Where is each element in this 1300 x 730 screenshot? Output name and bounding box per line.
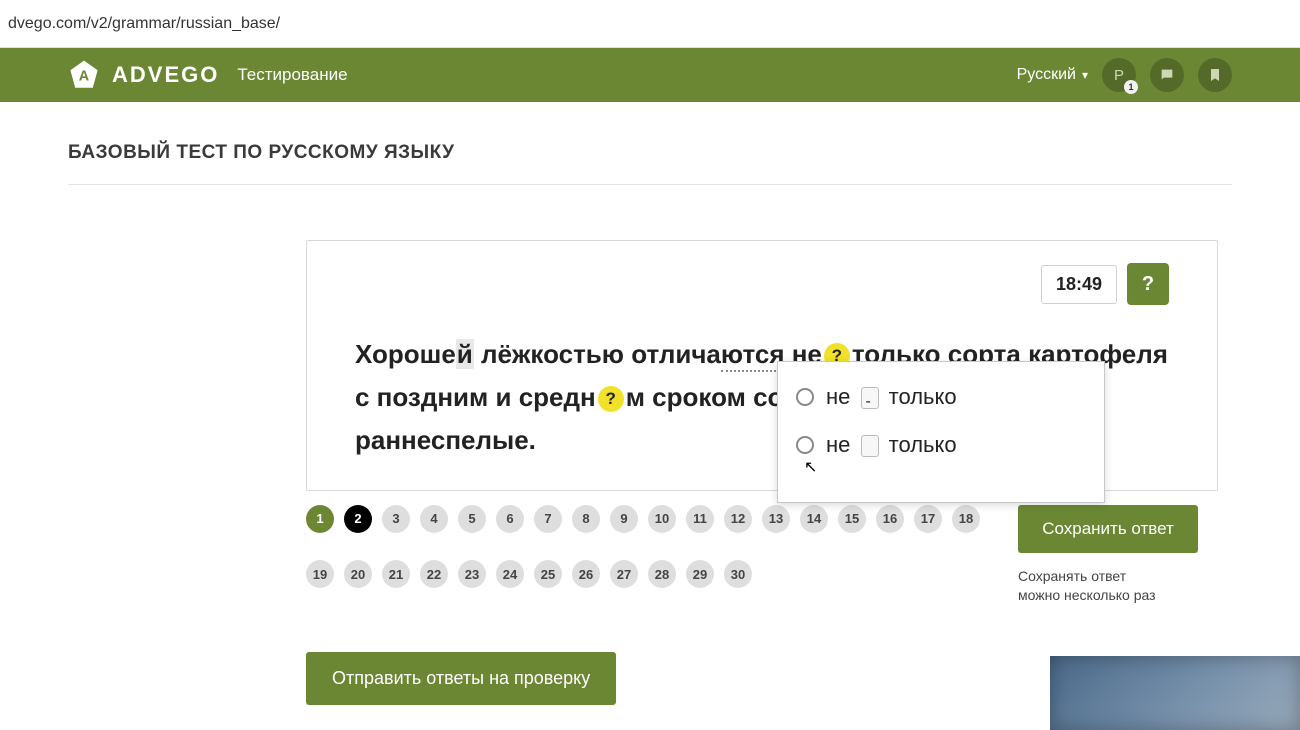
answer-option-2[interactable]: не только bbox=[796, 432, 1086, 458]
question-pager: 1234567891011121314151617181920212223242… bbox=[306, 505, 986, 606]
opt-text: не bbox=[826, 432, 850, 457]
site-header: А ADVEGO Тестирование Русский ▾ Р 1 bbox=[0, 48, 1300, 102]
pager-item-29[interactable]: 29 bbox=[686, 560, 714, 588]
answer-option-1[interactable]: не - только bbox=[796, 384, 1086, 410]
chevron-down-icon: ▾ bbox=[1082, 68, 1088, 82]
pager-item-16[interactable]: 16 bbox=[876, 505, 904, 533]
notification-badge: 1 bbox=[1124, 80, 1138, 94]
url-text: dvego.com/v2/grammar/russian_base/ bbox=[8, 15, 280, 33]
pager-item-14[interactable]: 14 bbox=[800, 505, 828, 533]
avatar-letter: Р bbox=[1114, 67, 1124, 84]
q-highlight: й bbox=[456, 339, 474, 369]
pager-item-25[interactable]: 25 bbox=[534, 560, 562, 588]
brand-text: ADVEGO bbox=[112, 62, 219, 88]
q-frag: лёжкостью отлича bbox=[474, 339, 721, 369]
bookmark-icon bbox=[1207, 67, 1223, 83]
user-avatar-button[interactable]: Р 1 bbox=[1102, 58, 1136, 92]
answer-popup: не - только не только ↖ bbox=[777, 361, 1105, 503]
save-answer-button[interactable]: Сохранить ответ bbox=[1018, 505, 1198, 553]
timer: 18:49 bbox=[1041, 265, 1117, 304]
cursor-icon: ↖ bbox=[804, 457, 817, 477]
pager-item-30[interactable]: 30 bbox=[724, 560, 752, 588]
below-row: 1234567891011121314151617181920212223242… bbox=[306, 505, 1218, 606]
svg-text:А: А bbox=[79, 69, 90, 85]
q-dotted: ются bbox=[721, 339, 785, 372]
opt-text: только bbox=[889, 432, 957, 457]
pager-item-27[interactable]: 27 bbox=[610, 560, 638, 588]
pager-item-18[interactable]: 18 bbox=[952, 505, 980, 533]
chat-icon bbox=[1159, 67, 1175, 83]
bookmark-button[interactable] bbox=[1198, 58, 1232, 92]
radio-icon bbox=[796, 388, 814, 406]
logo[interactable]: А ADVEGO bbox=[68, 59, 219, 91]
pager-item-10[interactable]: 10 bbox=[648, 505, 676, 533]
page-title: БАЗОВЫЙ ТЕСТ ПО РУССКОМУ ЯЗЫКУ bbox=[68, 102, 1232, 185]
pager-item-9[interactable]: 9 bbox=[610, 505, 638, 533]
q-frag: раннеспелые. bbox=[355, 425, 536, 455]
language-selector[interactable]: Русский ▾ bbox=[1017, 66, 1088, 84]
question-card: 18:49 ? Хорошей лёжкостью отличаются не?… bbox=[306, 240, 1218, 491]
pager-item-6[interactable]: 6 bbox=[496, 505, 524, 533]
pager-item-8[interactable]: 8 bbox=[572, 505, 600, 533]
language-label: Русский bbox=[1017, 66, 1076, 84]
pager-item-17[interactable]: 17 bbox=[914, 505, 942, 533]
pager-item-26[interactable]: 26 bbox=[572, 560, 600, 588]
video-thumbnail[interactable] bbox=[1050, 656, 1300, 730]
submit-button[interactable]: Отправить ответы на проверку bbox=[306, 652, 616, 705]
opt-text: только bbox=[889, 384, 957, 409]
header-subtitle: Тестирование bbox=[237, 65, 347, 85]
save-hint: Сохранять ответ можно несколько раз bbox=[1018, 567, 1218, 606]
pager-item-4[interactable]: 4 bbox=[420, 505, 448, 533]
pager-item-19[interactable]: 19 bbox=[306, 560, 334, 588]
pager-item-1[interactable]: 1 bbox=[306, 505, 334, 533]
pager-item-15[interactable]: 15 bbox=[838, 505, 866, 533]
pager-item-2[interactable]: 2 bbox=[344, 505, 372, 533]
pager-item-5[interactable]: 5 bbox=[458, 505, 486, 533]
pager-item-3[interactable]: 3 bbox=[382, 505, 410, 533]
q-frag: Хороше bbox=[355, 339, 456, 369]
pager-item-23[interactable]: 23 bbox=[458, 560, 486, 588]
gap-box bbox=[861, 435, 879, 457]
help-button[interactable]: ? bbox=[1127, 263, 1169, 305]
page-body: БАЗОВЫЙ ТЕСТ ПО РУССКОМУ ЯЗЫКУ 18:49 ? Х… bbox=[0, 102, 1300, 730]
pager-item-7[interactable]: 7 bbox=[534, 505, 562, 533]
pager-item-12[interactable]: 12 bbox=[724, 505, 752, 533]
opt-text: не bbox=[826, 384, 850, 409]
logo-icon: А bbox=[68, 59, 100, 91]
gap-box: - bbox=[861, 387, 879, 409]
pager-item-24[interactable]: 24 bbox=[496, 560, 524, 588]
pager-item-21[interactable]: 21 bbox=[382, 560, 410, 588]
chat-button[interactable] bbox=[1150, 58, 1184, 92]
pager-item-20[interactable]: 20 bbox=[344, 560, 372, 588]
pager-item-28[interactable]: 28 bbox=[648, 560, 676, 588]
radio-icon bbox=[796, 436, 814, 454]
url-bar[interactable]: dvego.com/v2/grammar/russian_base/ bbox=[0, 0, 1300, 48]
pager-item-13[interactable]: 13 bbox=[762, 505, 790, 533]
question-mark-icon[interactable]: ? bbox=[598, 386, 624, 412]
pager-item-11[interactable]: 11 bbox=[686, 505, 714, 533]
pager-item-22[interactable]: 22 bbox=[420, 560, 448, 588]
